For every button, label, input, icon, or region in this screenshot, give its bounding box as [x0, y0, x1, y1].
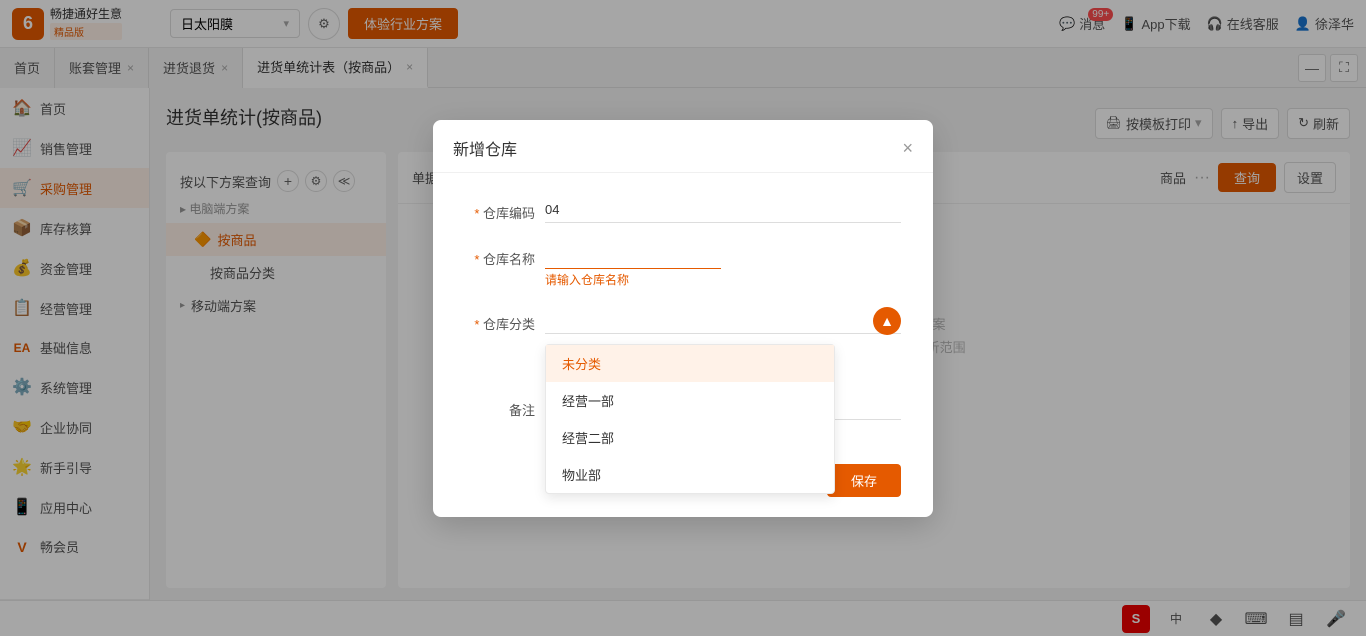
cat-control: ▲ 未分类 经营一部 经营二部 物业部	[545, 308, 901, 334]
code-field-row: 仓库编码	[465, 197, 901, 223]
new-warehouse-dialog: 新增仓库 × 仓库编码 仓库名称	[433, 120, 933, 517]
dialog-close-button[interactable]: ×	[902, 139, 913, 157]
dialog-overlay: 新增仓库 × 仓库编码 仓库名称	[0, 0, 1366, 636]
name-error-msg: 请输入仓库名称	[545, 271, 629, 288]
cat-option-dept2[interactable]: 经营二部	[546, 419, 834, 456]
name-input[interactable]	[545, 243, 721, 269]
dialog-body: 仓库编码 仓库名称 请输入仓库名称	[433, 173, 933, 456]
name-field-row: 仓库名称 请输入仓库名称	[465, 243, 901, 288]
remark-label: 备注	[465, 394, 545, 419]
code-input[interactable]	[545, 197, 901, 223]
cat-option-unclassified[interactable]: 未分类	[546, 345, 834, 382]
cat-dropdown: 未分类 经营一部 经营二部 物业部	[545, 344, 835, 494]
cat-label: 仓库分类	[465, 308, 545, 333]
code-label: 仓库编码	[465, 197, 545, 222]
dialog-header: 新增仓库 ×	[433, 120, 933, 173]
cat-toggle-button[interactable]: ▲	[873, 307, 901, 335]
chevron-up-icon: ▲	[880, 313, 894, 329]
code-control	[545, 197, 901, 223]
cat-option-dept1[interactable]: 经营一部	[546, 382, 834, 419]
cat-input[interactable]	[545, 308, 901, 334]
name-control	[545, 243, 721, 269]
cat-field-row: 仓库分类 ▲ 未分类 经营一部	[465, 308, 901, 334]
name-label: 仓库名称	[465, 243, 545, 268]
save-button[interactable]: 保存	[827, 464, 901, 497]
dialog-title: 新增仓库	[453, 136, 517, 160]
cat-option-dept3[interactable]: 物业部	[546, 456, 834, 493]
